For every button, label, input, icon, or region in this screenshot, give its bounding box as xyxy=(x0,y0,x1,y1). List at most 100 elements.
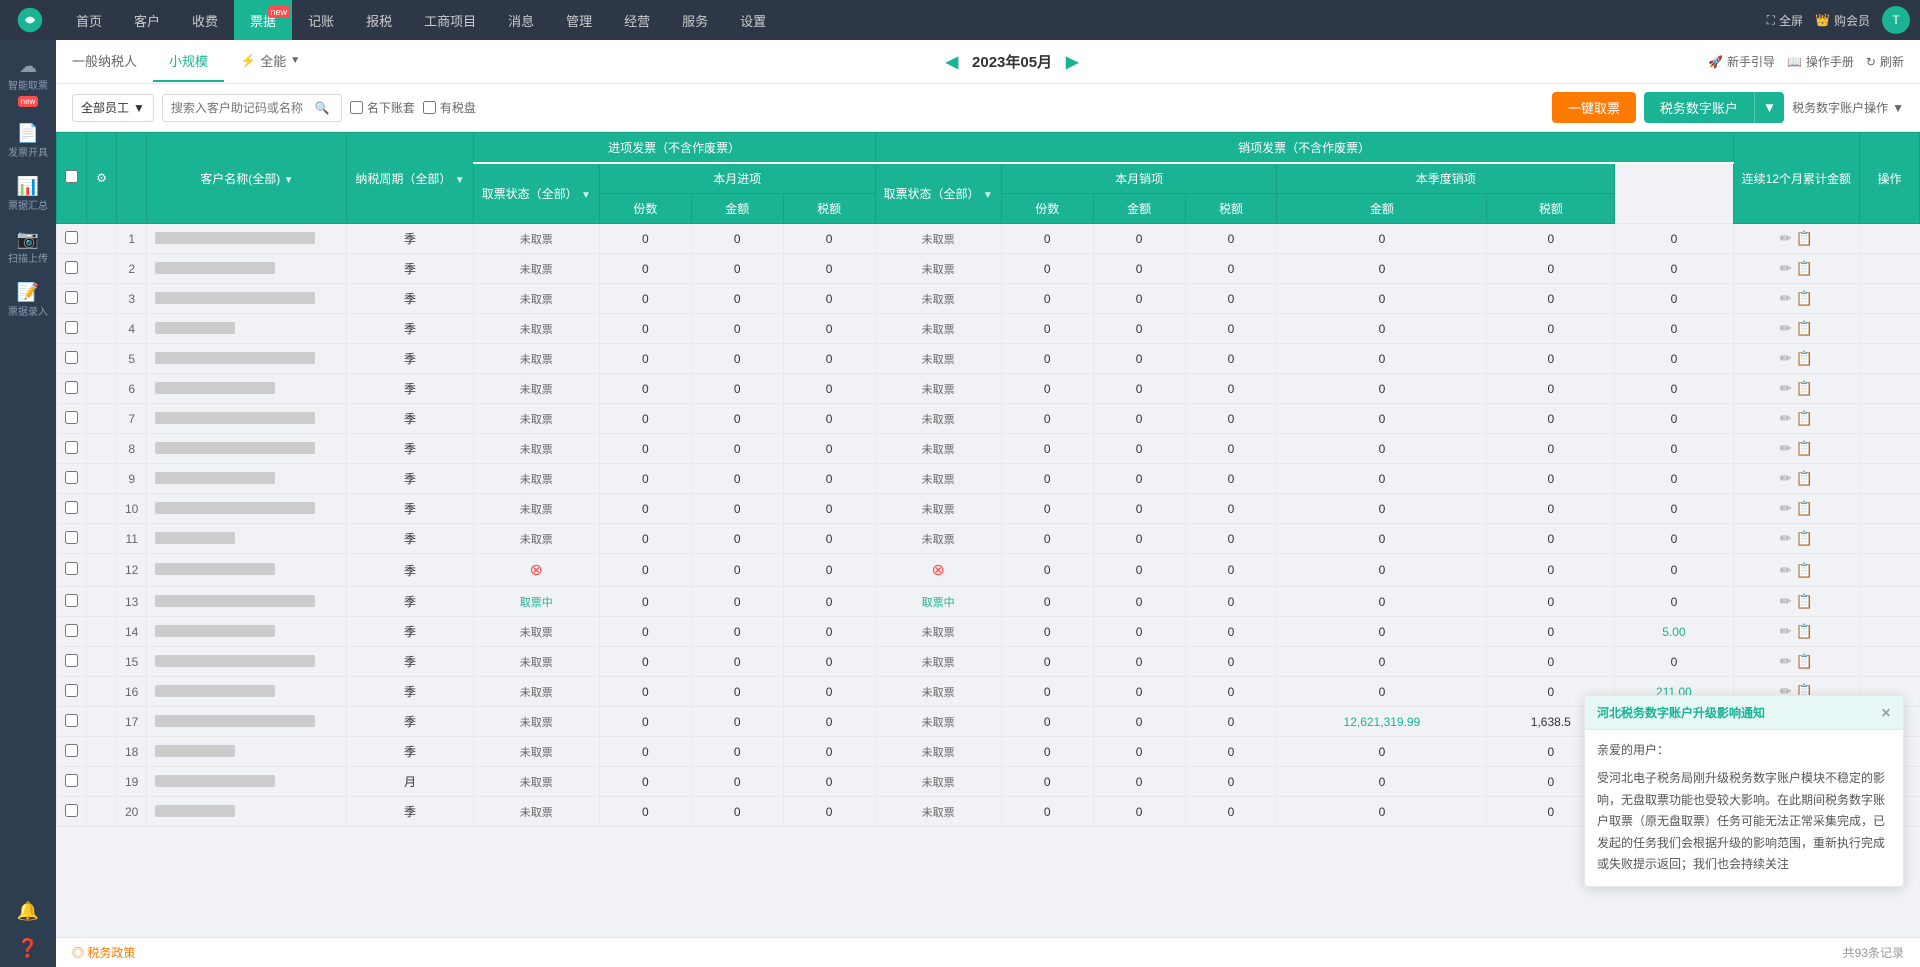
row-checkbox[interactable] xyxy=(65,321,78,334)
edit-button[interactable]: ✏ xyxy=(1780,500,1792,517)
row-checkbox[interactable] xyxy=(65,441,78,454)
nav-item-operation[interactable]: 经营 xyxy=(608,0,666,40)
row-checkbox[interactable] xyxy=(65,744,78,757)
guide-button[interactable]: 🚀 新手引导 xyxy=(1708,53,1775,70)
edit-button[interactable]: ✏ xyxy=(1780,230,1792,247)
row-checkbox[interactable] xyxy=(65,231,78,244)
copy-button[interactable]: 📋 xyxy=(1795,290,1812,307)
sidebar-item-bottom-1[interactable]: 🔔 xyxy=(0,893,56,930)
one-key-fetch-button[interactable]: 一键取票 xyxy=(1552,92,1636,123)
row-checkbox[interactable] xyxy=(65,291,78,304)
edit-button[interactable]: ✏ xyxy=(1780,290,1792,307)
copy-button[interactable]: 📋 xyxy=(1795,530,1812,547)
edit-button[interactable]: ✏ xyxy=(1780,410,1792,427)
nav-item-home[interactable]: 首页 xyxy=(60,0,118,40)
nav-item-bookkeeping[interactable]: 记账 xyxy=(292,0,350,40)
row-customer-name[interactable] xyxy=(147,344,347,374)
row-customer-name[interactable] xyxy=(147,464,347,494)
member-button[interactable]: 👑 购会员 xyxy=(1815,12,1870,29)
row-customer-name[interactable] xyxy=(147,224,347,254)
row-customer-name[interactable] xyxy=(147,647,347,677)
row-checkbox[interactable] xyxy=(65,351,78,364)
tax-policy-link[interactable]: ◎ 税务政策 xyxy=(72,944,135,961)
search-icon[interactable]: 🔍 xyxy=(315,101,330,115)
sidebar-item-help[interactable]: ❓ xyxy=(0,930,56,967)
copy-button[interactable]: 📋 xyxy=(1795,500,1812,517)
nav-item-fee[interactable]: 收费 xyxy=(176,0,234,40)
row-customer-name[interactable] xyxy=(147,494,347,524)
row-checkbox[interactable] xyxy=(65,684,78,697)
copy-button[interactable]: 📋 xyxy=(1795,440,1812,457)
edit-button[interactable]: ✏ xyxy=(1780,530,1792,547)
copy-button[interactable]: 📋 xyxy=(1795,470,1812,487)
copy-button[interactable]: 📋 xyxy=(1795,260,1812,277)
row-checkbox[interactable] xyxy=(65,654,78,667)
copy-button[interactable]: 📋 xyxy=(1795,653,1812,670)
fullscreen-button[interactable]: ⛶ 全屏 xyxy=(1767,12,1803,29)
nav-item-business[interactable]: 工商项目 xyxy=(408,0,492,40)
row-customer-name[interactable] xyxy=(147,254,347,284)
row-customer-name[interactable] xyxy=(147,524,347,554)
row-customer-name[interactable] xyxy=(147,797,347,827)
sidebar-item-entry[interactable]: 📝 票据录入 xyxy=(0,274,56,327)
tax-digital-account-dropdown[interactable]: ▼ xyxy=(1754,92,1784,123)
nav-item-settings[interactable]: 设置 xyxy=(724,0,782,40)
row-checkbox[interactable] xyxy=(65,804,78,817)
row-customer-name[interactable] xyxy=(147,284,347,314)
user-avatar[interactable]: T xyxy=(1882,6,1910,34)
notification-close-button[interactable]: ✕ xyxy=(1881,706,1891,720)
nav-item-customer[interactable]: 客户 xyxy=(118,0,176,40)
employee-filter-select[interactable]: 全部员工 ▼ xyxy=(72,94,154,122)
copy-button[interactable]: 📋 xyxy=(1795,410,1812,427)
edit-button[interactable]: ✏ xyxy=(1780,470,1792,487)
row-customer-name[interactable] xyxy=(147,707,347,737)
tax-period-filter-icon[interactable]: ▼ xyxy=(455,175,465,186)
row-checkbox[interactable] xyxy=(65,531,78,544)
copy-button[interactable]: 📋 xyxy=(1795,320,1812,337)
row-checkbox[interactable] xyxy=(65,471,78,484)
row-customer-name[interactable] xyxy=(147,374,347,404)
sidebar-item-scan[interactable]: 📷 扫描上传 xyxy=(0,221,56,274)
edit-button[interactable]: ✏ xyxy=(1780,623,1792,640)
row-customer-name[interactable] xyxy=(147,314,347,344)
nav-item-message[interactable]: 消息 xyxy=(492,0,550,40)
row-customer-name[interactable] xyxy=(147,767,347,797)
copy-button[interactable]: 📋 xyxy=(1795,230,1812,247)
row-checkbox[interactable] xyxy=(65,501,78,514)
prev-month-button[interactable]: ◀ xyxy=(940,50,964,74)
subnav-small-scale[interactable]: 小规模 xyxy=(153,42,224,82)
next-month-button[interactable]: ▶ xyxy=(1060,50,1084,74)
sidebar-item-summary[interactable]: 📊 票据汇总 xyxy=(0,168,56,221)
edit-button[interactable]: ✏ xyxy=(1780,260,1792,277)
output-status-filter-icon[interactable]: ▼ xyxy=(983,190,993,201)
customer-filter-icon[interactable]: ▼ xyxy=(284,175,294,186)
input-status-filter-icon[interactable]: ▼ xyxy=(581,190,591,201)
sidebar-item-open-invoice[interactable]: 📄 发票开具 xyxy=(0,115,56,168)
nav-item-service[interactable]: 服务 xyxy=(666,0,724,40)
edit-button[interactable]: ✏ xyxy=(1780,320,1792,337)
nav-item-manage[interactable]: 管理 xyxy=(550,0,608,40)
edit-button[interactable]: ✏ xyxy=(1780,440,1792,457)
row-checkbox[interactable] xyxy=(65,562,78,575)
edit-button[interactable]: ✏ xyxy=(1780,593,1792,610)
row-checkbox[interactable] xyxy=(65,714,78,727)
edit-button[interactable]: ✏ xyxy=(1780,653,1792,670)
row-customer-name[interactable] xyxy=(147,554,347,587)
subnav-general-taxpayer[interactable]: 一般纳税人 xyxy=(72,42,153,82)
manual-button[interactable]: 📖 操作手册 xyxy=(1787,53,1854,70)
copy-button[interactable]: 📋 xyxy=(1795,623,1812,640)
row-customer-name[interactable] xyxy=(147,404,347,434)
select-all-checkbox[interactable] xyxy=(65,170,78,183)
copy-button[interactable]: 📋 xyxy=(1795,593,1812,610)
edit-button[interactable]: ✏ xyxy=(1780,562,1792,579)
row-checkbox[interactable] xyxy=(65,624,78,637)
nav-item-invoice[interactable]: 票据 new xyxy=(234,0,292,40)
search-input[interactable] xyxy=(171,101,311,115)
tax-digital-account-button[interactable]: 税务数字账户 xyxy=(1644,92,1754,123)
sidebar-item-smart-fetch[interactable]: ☁ 智能取票 new xyxy=(0,48,56,115)
row-customer-name[interactable] xyxy=(147,587,347,617)
has-tax-disk-checkbox[interactable]: 有税盘 xyxy=(423,99,476,116)
row-checkbox[interactable] xyxy=(65,411,78,424)
row-checkbox[interactable] xyxy=(65,261,78,274)
row-customer-name[interactable] xyxy=(147,737,347,767)
